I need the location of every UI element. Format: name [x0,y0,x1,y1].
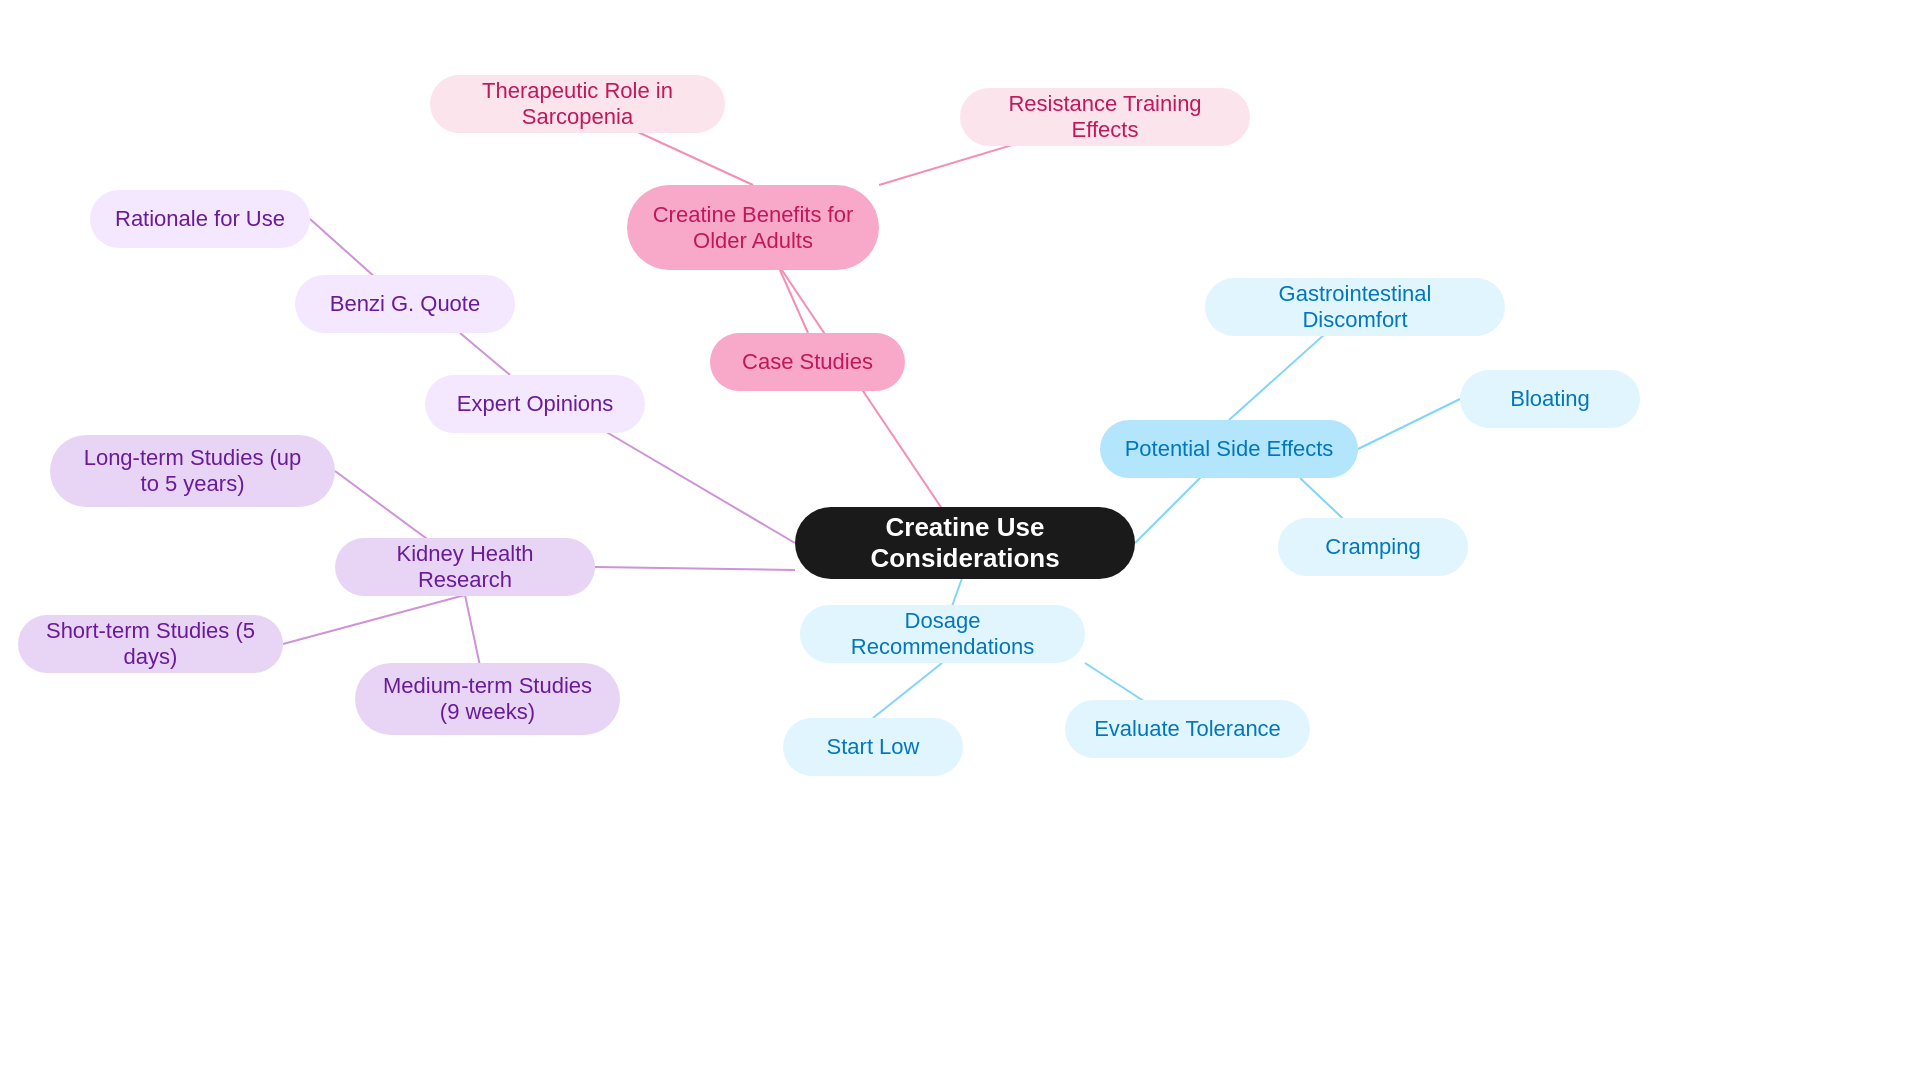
therapeutic-node[interactable]: Therapeutic Role in Sarcopenia [430,75,725,133]
center-node[interactable]: Creatine Use Considerations [795,507,1135,579]
bloating-node[interactable]: Bloating [1460,370,1640,428]
svg-line-12 [873,663,942,718]
case-studies-node[interactable]: Case Studies [710,333,905,391]
creatine-benefits-node[interactable]: Creatine Benefits for Older Adults [627,185,879,270]
svg-line-3 [780,270,808,333]
svg-line-16 [1358,399,1460,449]
potential-side-effects-node[interactable]: Potential Side Effects [1100,420,1358,478]
shortterm-studies-node[interactable]: Short-term Studies (5 days) [18,615,283,673]
kidney-health-node[interactable]: Kidney Health Research [335,538,595,596]
longterm-studies-node[interactable]: Long-term Studies (up to 5 years) [50,435,335,507]
svg-line-9 [283,595,465,644]
startlow-node[interactable]: Start Low [783,718,963,776]
svg-line-7 [595,567,795,570]
cramping-node[interactable]: Cramping [1278,518,1468,576]
dosage-node[interactable]: Dosage Recommendations [800,605,1085,663]
expert-opinions-node[interactable]: Expert Opinions [425,375,645,433]
gastro-node[interactable]: Gastrointestinal Discomfort [1205,278,1505,336]
mediumterm-studies-node[interactable]: Medium-term Studies (9 weeks) [355,663,620,735]
benzi-node[interactable]: Benzi G. Quote [295,275,515,333]
evaluate-node[interactable]: Evaluate Tolerance [1065,700,1310,758]
rationale-node[interactable]: Rationale for Use [90,190,310,248]
svg-line-6 [460,333,510,375]
resistance-node[interactable]: Resistance Training Effects [960,88,1250,146]
